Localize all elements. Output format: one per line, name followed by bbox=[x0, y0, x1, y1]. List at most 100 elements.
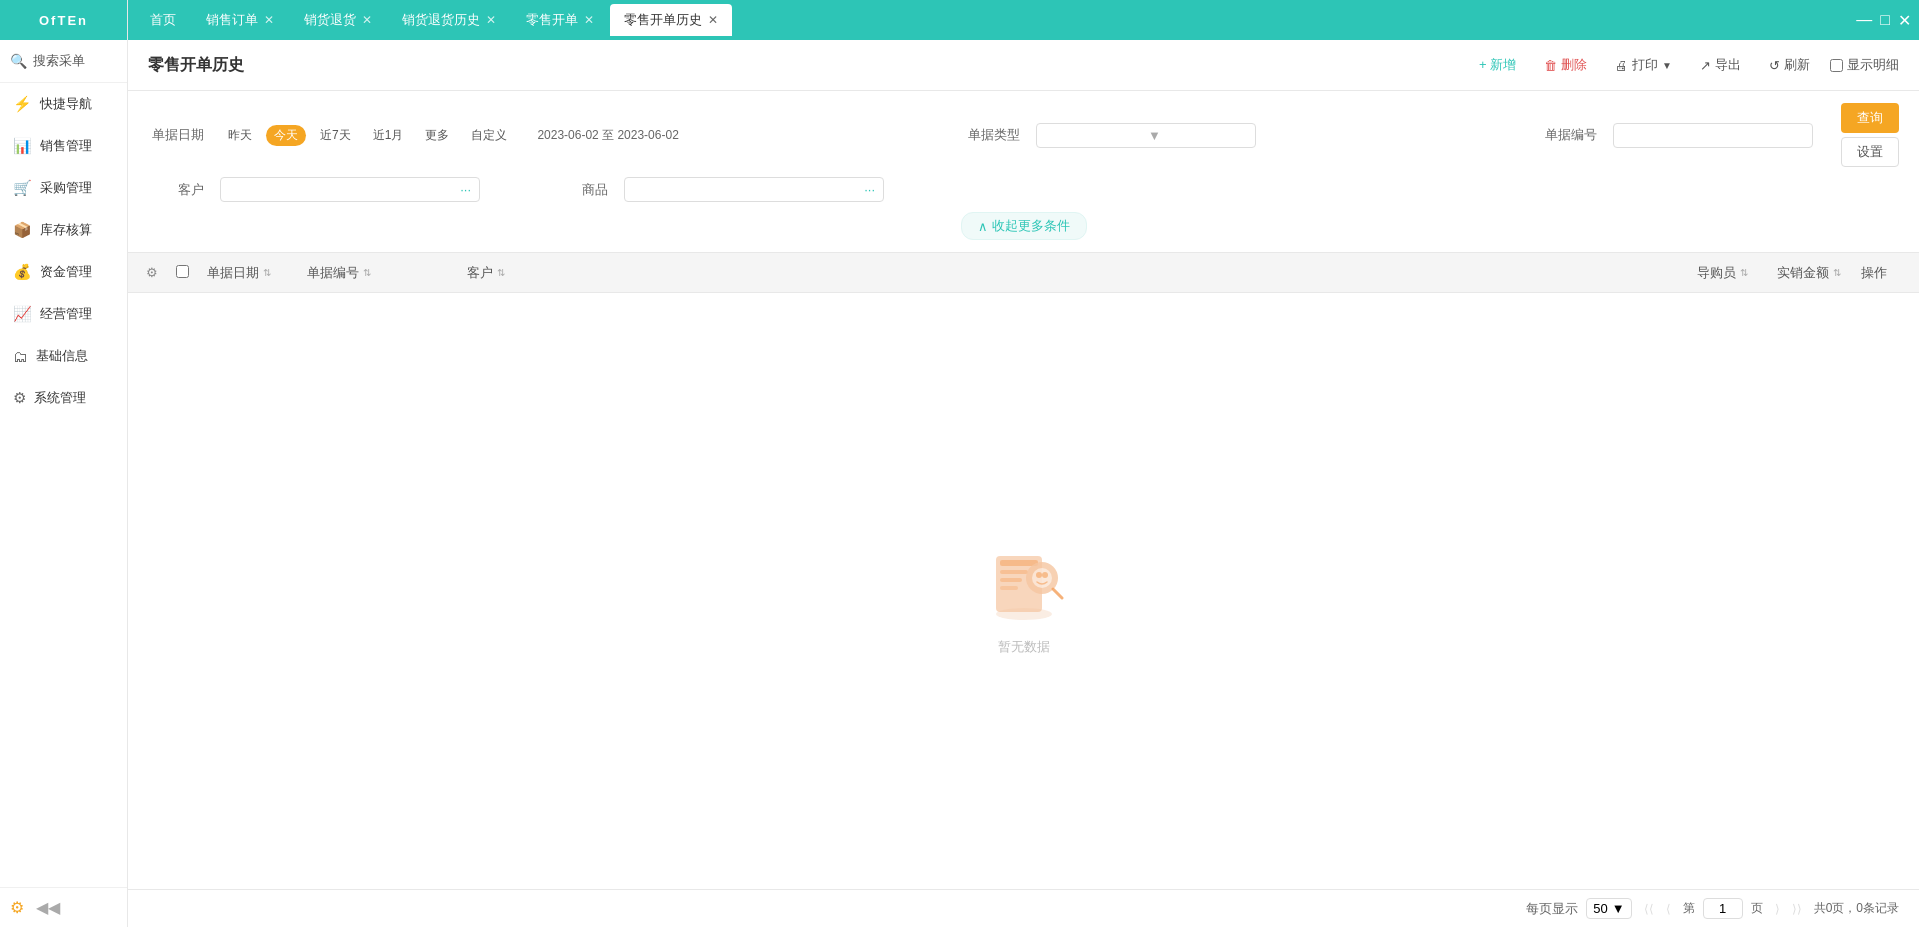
sidebar-item-label-kucun: 库存核算 bbox=[40, 221, 92, 239]
sidebar-item-icon-kucun: 📦 bbox=[13, 221, 32, 239]
tab-zero-history[interactable]: 零售开单历史 ✕ bbox=[610, 4, 732, 36]
maximize-icon[interactable]: □ bbox=[1880, 11, 1890, 29]
date-opt-昨天[interactable]: 昨天 bbox=[220, 125, 260, 146]
date-range: 2023-06-02 至 2023-06-02 bbox=[537, 127, 678, 144]
add-button[interactable]: + 新增 bbox=[1471, 52, 1524, 78]
page-nav: ⟨⟨ ⟨ 第 页 ⟩ ⟩⟩ bbox=[1640, 898, 1806, 919]
delete-button[interactable]: 🗑 删除 bbox=[1536, 52, 1595, 78]
col-customer-sort[interactable]: ⇅ bbox=[497, 267, 505, 278]
sidebar-nav: ⚡ 快捷导航 📊 销售管理 🛒 采购管理 📦 库存核算 💰 资金管理 📈 经营管… bbox=[0, 83, 127, 887]
tab-home[interactable]: 首页 bbox=[136, 4, 190, 36]
tab-close-sales-order[interactable]: ✕ bbox=[264, 13, 274, 27]
col-date-sort[interactable]: ⇅ bbox=[263, 267, 271, 278]
setting-button[interactable]: 设置 bbox=[1841, 137, 1899, 167]
settings-icon[interactable]: ⚙ bbox=[10, 898, 24, 917]
type-label: 单据类型 bbox=[964, 126, 1020, 144]
no-input-field[interactable] bbox=[1622, 128, 1804, 143]
query-button[interactable]: 查询 bbox=[1841, 103, 1899, 133]
empty-illustration bbox=[974, 526, 1074, 626]
minimize-icon[interactable]: — bbox=[1856, 11, 1872, 29]
first-page-icon[interactable]: ⟨⟨ bbox=[1640, 900, 1658, 918]
date-opt-近1月[interactable]: 近1月 bbox=[365, 125, 412, 146]
next-page-icon[interactable]: ⟩ bbox=[1771, 900, 1784, 918]
print-dropdown-icon: ▼ bbox=[1662, 60, 1672, 71]
col-no-label: 单据编号 bbox=[307, 264, 359, 282]
tab-sales-return-history[interactable]: 销货退货历史✕ bbox=[388, 4, 510, 36]
pagination: 每页显示 50 ▼ ⟨⟨ ⟨ 第 页 ⟩ ⟩⟩ 共0页，0条记录 bbox=[128, 889, 1919, 927]
table-area: ⚙ 单据日期 ⇅ 单据编号 ⇅ 客户 ⇅ 导购员 ⇅ 实销金额 ⇅ bbox=[128, 253, 1919, 889]
type-select[interactable]: ▼ bbox=[1036, 123, 1256, 148]
collapse-button[interactable]: ∧ 收起更多条件 bbox=[961, 212, 1087, 240]
sidebar-footer: ⚙ ◀◀ bbox=[0, 887, 127, 927]
sidebar-item-zijin[interactable]: 💰 资金管理 bbox=[0, 251, 127, 293]
goods-input-field[interactable] bbox=[633, 182, 864, 197]
sidebar-item-caigou[interactable]: 🛒 采购管理 bbox=[0, 167, 127, 209]
svg-point-9 bbox=[1036, 572, 1042, 578]
select-all-checkbox[interactable] bbox=[168, 265, 197, 281]
sidebar-item-icon-xitong: ⚙ bbox=[13, 389, 26, 407]
date-opt-今天[interactable]: 今天 bbox=[266, 125, 306, 146]
tab-label-zero-history: 零售开单历史 bbox=[624, 11, 702, 29]
tab-zero-open[interactable]: 零售开单 ✕ bbox=[512, 4, 608, 36]
svg-rect-5 bbox=[1000, 586, 1018, 590]
filter-row-1: 单据日期 昨天今天近7天近1月更多自定义 2023-06-02 至 2023-0… bbox=[148, 103, 1899, 167]
toolbar: + 新增 🗑 删除 🖨 打印 ▼ ↗ 导出 ↺ 刷新 显示明细 bbox=[1471, 52, 1899, 78]
goods-input[interactable]: ··· bbox=[624, 177, 884, 202]
search-menu[interactable]: 🔍 搜索采单 bbox=[0, 40, 127, 83]
sidebar-item-label-zijin: 资金管理 bbox=[40, 263, 92, 281]
svg-rect-2 bbox=[1000, 560, 1038, 566]
customer-dots[interactable]: ··· bbox=[460, 182, 471, 197]
tab-close-sales-return-history[interactable]: ✕ bbox=[486, 13, 496, 27]
sidebar-item-jingying[interactable]: 📈 经营管理 bbox=[0, 293, 127, 335]
close-window-icon[interactable]: ✕ bbox=[1898, 11, 1911, 30]
empty-text: 暂无数据 bbox=[998, 638, 1050, 656]
prev-page-icon[interactable]: ⟨ bbox=[1662, 900, 1675, 918]
goods-label: 商品 bbox=[552, 181, 608, 199]
col-guide-sort[interactable]: ⇅ bbox=[1740, 267, 1748, 278]
col-amount-sort[interactable]: ⇅ bbox=[1833, 267, 1841, 278]
col-no-sort[interactable]: ⇅ bbox=[363, 267, 371, 278]
export-button[interactable]: ↗ 导出 bbox=[1692, 52, 1749, 78]
empty-area: 暂无数据 bbox=[128, 293, 1919, 889]
page-size-value: 50 bbox=[1593, 901, 1607, 916]
tab-label-sales-return: 销货退货 bbox=[304, 11, 356, 29]
sidebar-item-kucun[interactable]: 📦 库存核算 bbox=[0, 209, 127, 251]
collapse-up-icon: ∧ bbox=[978, 219, 988, 234]
column-settings-icon[interactable]: ⚙ bbox=[136, 265, 168, 280]
customer-input-field[interactable] bbox=[229, 182, 460, 197]
tab-close-zero-history[interactable]: ✕ bbox=[708, 13, 718, 27]
collapse-icon[interactable]: ◀◀ bbox=[36, 898, 60, 917]
page-label: 第 bbox=[1679, 898, 1699, 919]
tab-sales-order[interactable]: 销售订单✕ bbox=[192, 4, 288, 36]
col-customer-label: 客户 bbox=[467, 264, 493, 282]
display-detail-checkbox[interactable]: 显示明细 bbox=[1830, 56, 1899, 74]
date-label: 单据日期 bbox=[148, 126, 204, 144]
page-size-select[interactable]: 50 ▼ bbox=[1586, 898, 1631, 919]
refresh-button[interactable]: ↺ 刷新 bbox=[1761, 52, 1818, 78]
no-input[interactable] bbox=[1613, 123, 1813, 148]
collapse-row: ∧ 收起更多条件 bbox=[148, 212, 1899, 240]
sidebar-item-xiaoshou[interactable]: 📊 销售管理 bbox=[0, 125, 127, 167]
tab-close-sales-return[interactable]: ✕ bbox=[362, 13, 372, 27]
sidebar-item-icon-xiaoshou: 📊 bbox=[13, 137, 32, 155]
tab-sales-return[interactable]: 销货退货 ✕ bbox=[290, 4, 386, 36]
customer-input[interactable]: ··· bbox=[220, 177, 480, 202]
page-input[interactable] bbox=[1703, 898, 1743, 919]
sidebar-item-icon-jingying: 📈 bbox=[13, 305, 32, 323]
svg-point-10 bbox=[1042, 572, 1048, 578]
date-opt-近7天[interactable]: 近7天 bbox=[312, 125, 359, 146]
sidebar-item-icon-caigou: 🛒 bbox=[13, 179, 32, 197]
svg-point-7 bbox=[1032, 568, 1052, 588]
date-opt-自定义[interactable]: 自定义 bbox=[463, 125, 515, 146]
sidebar-item-jichu[interactable]: 🗂 基础信息 bbox=[0, 335, 127, 377]
last-page-icon[interactable]: ⟩⟩ bbox=[1788, 900, 1806, 918]
svg-line-8 bbox=[1053, 589, 1062, 598]
sidebar-item-xitong[interactable]: ⚙ 系统管理 bbox=[0, 377, 127, 419]
date-opt-更多[interactable]: 更多 bbox=[417, 125, 457, 146]
goods-dots[interactable]: ··· bbox=[864, 182, 875, 197]
sidebar-item-kuaijie[interactable]: ⚡ 快捷导航 bbox=[0, 83, 127, 125]
tab-label-zero-open: 零售开单 bbox=[526, 11, 578, 29]
col-action: 操作 bbox=[1851, 264, 1911, 282]
print-button[interactable]: 🖨 打印 ▼ bbox=[1607, 52, 1680, 78]
tab-close-zero-open[interactable]: ✕ bbox=[584, 13, 594, 27]
